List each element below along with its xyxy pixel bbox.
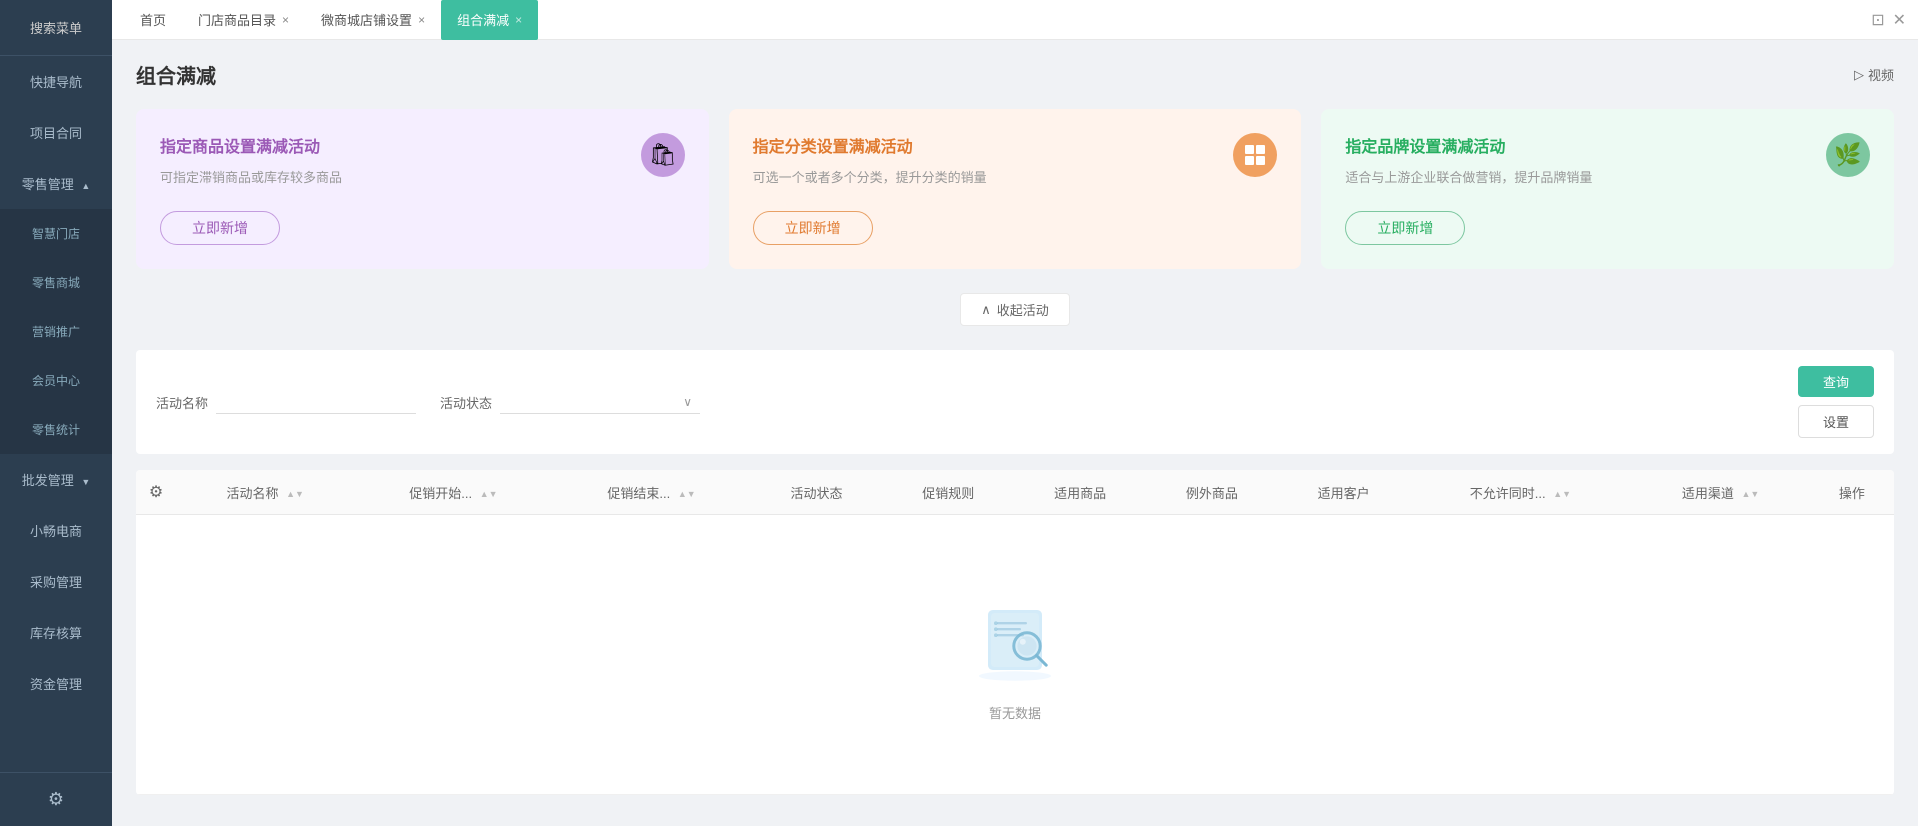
sidebar-item-member-center[interactable]: 会员中心 [0, 356, 112, 405]
grid-icon [1243, 143, 1267, 167]
filter-name-label: 活动名称 [156, 393, 208, 412]
sidebar-item-finance[interactable]: 资金管理 [0, 658, 112, 709]
th-activity-name: 活动名称 ▲▼ [176, 470, 354, 515]
th-applicable-channel: 适用渠道 ▲▼ [1631, 470, 1809, 515]
collapse-bar: ∧ 收起活动 [136, 285, 1894, 334]
product-card-icon: 🛍 [641, 133, 685, 177]
window-controls: ⊡ ✕ [1871, 10, 1906, 30]
sidebar-item-marketing[interactable]: 营销推广 [0, 307, 112, 356]
empty-illustration [955, 587, 1075, 687]
tab-close-combo-discount[interactable]: × [515, 13, 522, 27]
th-applicable-customer: 适用客户 [1278, 470, 1410, 515]
filter-actions: 查询 设置 [1798, 366, 1874, 438]
sidebar-item-wholesale-mgmt[interactable]: 批发管理 [0, 454, 112, 505]
th-activity-status: 活动状态 [751, 470, 883, 515]
empty-row: 暂无数据 [136, 515, 1894, 795]
empty-text: 暂无数据 [989, 703, 1041, 722]
category-card-desc: 可选一个或者多个分类，提升分类的销量 [753, 167, 1278, 186]
filter-status-select[interactable] [500, 390, 700, 414]
category-activity-card: 指定分类设置满减活动 可选一个或者多个分类，提升分类的销量 立即新增 [729, 109, 1302, 269]
th-promo-rule: 促销规则 [882, 470, 1014, 515]
category-card-title: 指定分类设置满减活动 [753, 133, 1278, 157]
table-body: 暂无数据 [136, 515, 1894, 795]
category-add-button[interactable]: 立即新增 [753, 211, 873, 245]
tab-store-catalog[interactable]: 门店商品目录 × [182, 0, 305, 40]
sidebar-item-purchase-mgmt[interactable]: 采购管理 [0, 556, 112, 607]
th-promo-start: 促销开始... ▲▼ [354, 470, 552, 515]
tab-close-wechat-store[interactable]: × [418, 13, 425, 27]
page-title: 组合满减 [136, 60, 216, 89]
sort-icon-activity-name[interactable]: ▲▼ [286, 489, 304, 499]
window-close[interactable]: ✕ [1893, 10, 1906, 30]
th-operation: 操作 [1810, 470, 1894, 515]
sidebar-search-label: 搜索菜单 [30, 21, 82, 36]
filter-area: 活动名称 活动状态 查询 设置 [136, 350, 1894, 454]
filter-item-status: 活动状态 [440, 390, 700, 414]
table-settings-icon[interactable]: ⚙ [149, 484, 163, 501]
tab-bar: 首页 门店商品目录 × 微商城店铺设置 × 组合满减 × ⊡ ✕ [112, 0, 1918, 40]
video-link[interactable]: ▷ 视频 [1854, 65, 1894, 84]
brand-card-desc: 适合与上游企业联合做营销，提升品牌销量 [1345, 167, 1870, 186]
product-activity-card: 指定商品设置满减活动 🛍 可指定滞销商品或库存较多商品 立即新增 [136, 109, 709, 269]
th-no-concurrent: 不允许同时... ▲▼ [1409, 470, 1631, 515]
product-card-title: 指定商品设置满减活动 [160, 133, 685, 157]
table-header: ⚙ 活动名称 ▲▼ 促销开始... ▲▼ 促销结束... ▲▼ [136, 470, 1894, 515]
brand-add-button[interactable]: 立即新增 [1345, 211, 1465, 245]
sidebar-item-retail-mall[interactable]: 零售商城 [0, 258, 112, 307]
sidebar: 搜索菜单 快捷导航 项目合同 零售管理 智慧门店 零售商城 营销推广 会员中心 … [0, 0, 112, 826]
bag-icon: 🛍 [649, 142, 677, 168]
collapse-button[interactable]: ∧ 收起活动 [960, 293, 1070, 326]
sidebar-item-xiaochangec[interactable]: 小畅电商 [0, 505, 112, 556]
filter-status-wrapper [500, 390, 700, 414]
th-settings: ⚙ [136, 470, 176, 515]
filter-item-name: 活动名称 [156, 390, 416, 414]
sort-icon-promo-end[interactable]: ▲▼ [678, 489, 696, 499]
query-button[interactable]: 查询 [1798, 366, 1874, 397]
window-maximize[interactable]: ⊡ [1871, 10, 1884, 30]
table-header-row: ⚙ 活动名称 ▲▼ 促销开始... ▲▼ 促销结束... ▲▼ [136, 470, 1894, 515]
settings-button[interactable]: 设置 [1798, 405, 1874, 438]
page-header: 组合满减 ▷ 视频 [136, 60, 1894, 89]
main-area: 首页 门店商品目录 × 微商城店铺设置 × 组合满减 × ⊡ ✕ 组合满减 ▷ … [112, 0, 1918, 826]
product-card-desc: 可指定滞销商品或库存较多商品 [160, 167, 685, 186]
collapse-label: 收起活动 [997, 300, 1049, 319]
brand-card-title: 指定品牌设置满减活动 [1345, 133, 1870, 157]
tab-combo-discount[interactable]: 组合满减 × [441, 0, 538, 40]
tab-close-store-catalog[interactable]: × [282, 13, 289, 27]
sort-icon-applicable-channel[interactable]: ▲▼ [1742, 489, 1760, 499]
product-add-button[interactable]: 立即新增 [160, 211, 280, 245]
sidebar-item-retail-mgmt[interactable]: 零售管理 [0, 158, 112, 209]
sidebar-item-retail-stats[interactable]: 零售统计 [0, 405, 112, 454]
leaf-icon: 🌿 [1834, 142, 1861, 168]
th-promo-end: 促销结束... ▲▼ [553, 470, 751, 515]
th-exception-goods: 例外商品 [1146, 470, 1278, 515]
filter-name-input[interactable] [216, 390, 416, 414]
th-applicable-goods: 适用商品 [1014, 470, 1146, 515]
tab-home[interactable]: 首页 [124, 0, 182, 40]
filter-row: 活动名称 活动状态 查询 设置 [156, 366, 1874, 438]
sidebar-search[interactable]: 搜索菜单 [0, 0, 112, 56]
table-area: ⚙ 活动名称 ▲▼ 促销开始... ▲▼ 促销结束... ▲▼ [136, 470, 1894, 795]
settings-icon: ⚙ [48, 789, 64, 809]
brand-card-icon: 🌿 [1826, 133, 1870, 177]
sidebar-item-quick-nav[interactable]: 快捷导航 [0, 56, 112, 107]
content-area: 组合满减 ▷ 视频 指定商品设置满减活动 🛍 可指定滞销商品或库存较多商品 立即… [112, 40, 1918, 826]
filter-status-label: 活动状态 [440, 393, 492, 412]
empty-state-cell: 暂无数据 [136, 515, 1894, 795]
sort-icon-promo-start[interactable]: ▲▼ [480, 489, 498, 499]
data-table: ⚙ 活动名称 ▲▼ 促销开始... ▲▼ 促销结束... ▲▼ [136, 470, 1894, 795]
activity-cards: 指定商品设置满减活动 🛍 可指定滞销商品或库存较多商品 立即新增 指定分类设置满… [136, 109, 1894, 269]
sort-icon-no-concurrent[interactable]: ▲▼ [1553, 489, 1571, 499]
brand-activity-card: 指定品牌设置满减活动 🌿 适合与上游企业联合做营销，提升品牌销量 立即新增 [1321, 109, 1894, 269]
sidebar-settings[interactable]: ⚙ [0, 772, 112, 826]
empty-state: 暂无数据 [146, 527, 1884, 782]
sidebar-item-project-contract[interactable]: 项目合同 [0, 107, 112, 158]
sidebar-item-inventory[interactable]: 库存核算 [0, 607, 112, 658]
tab-wechat-store[interactable]: 微商城店铺设置 × [305, 0, 441, 40]
sidebar-item-smart-store[interactable]: 智慧门店 [0, 209, 112, 258]
collapse-icon: ∧ [981, 302, 991, 318]
play-icon: ▷ [1854, 67, 1864, 83]
